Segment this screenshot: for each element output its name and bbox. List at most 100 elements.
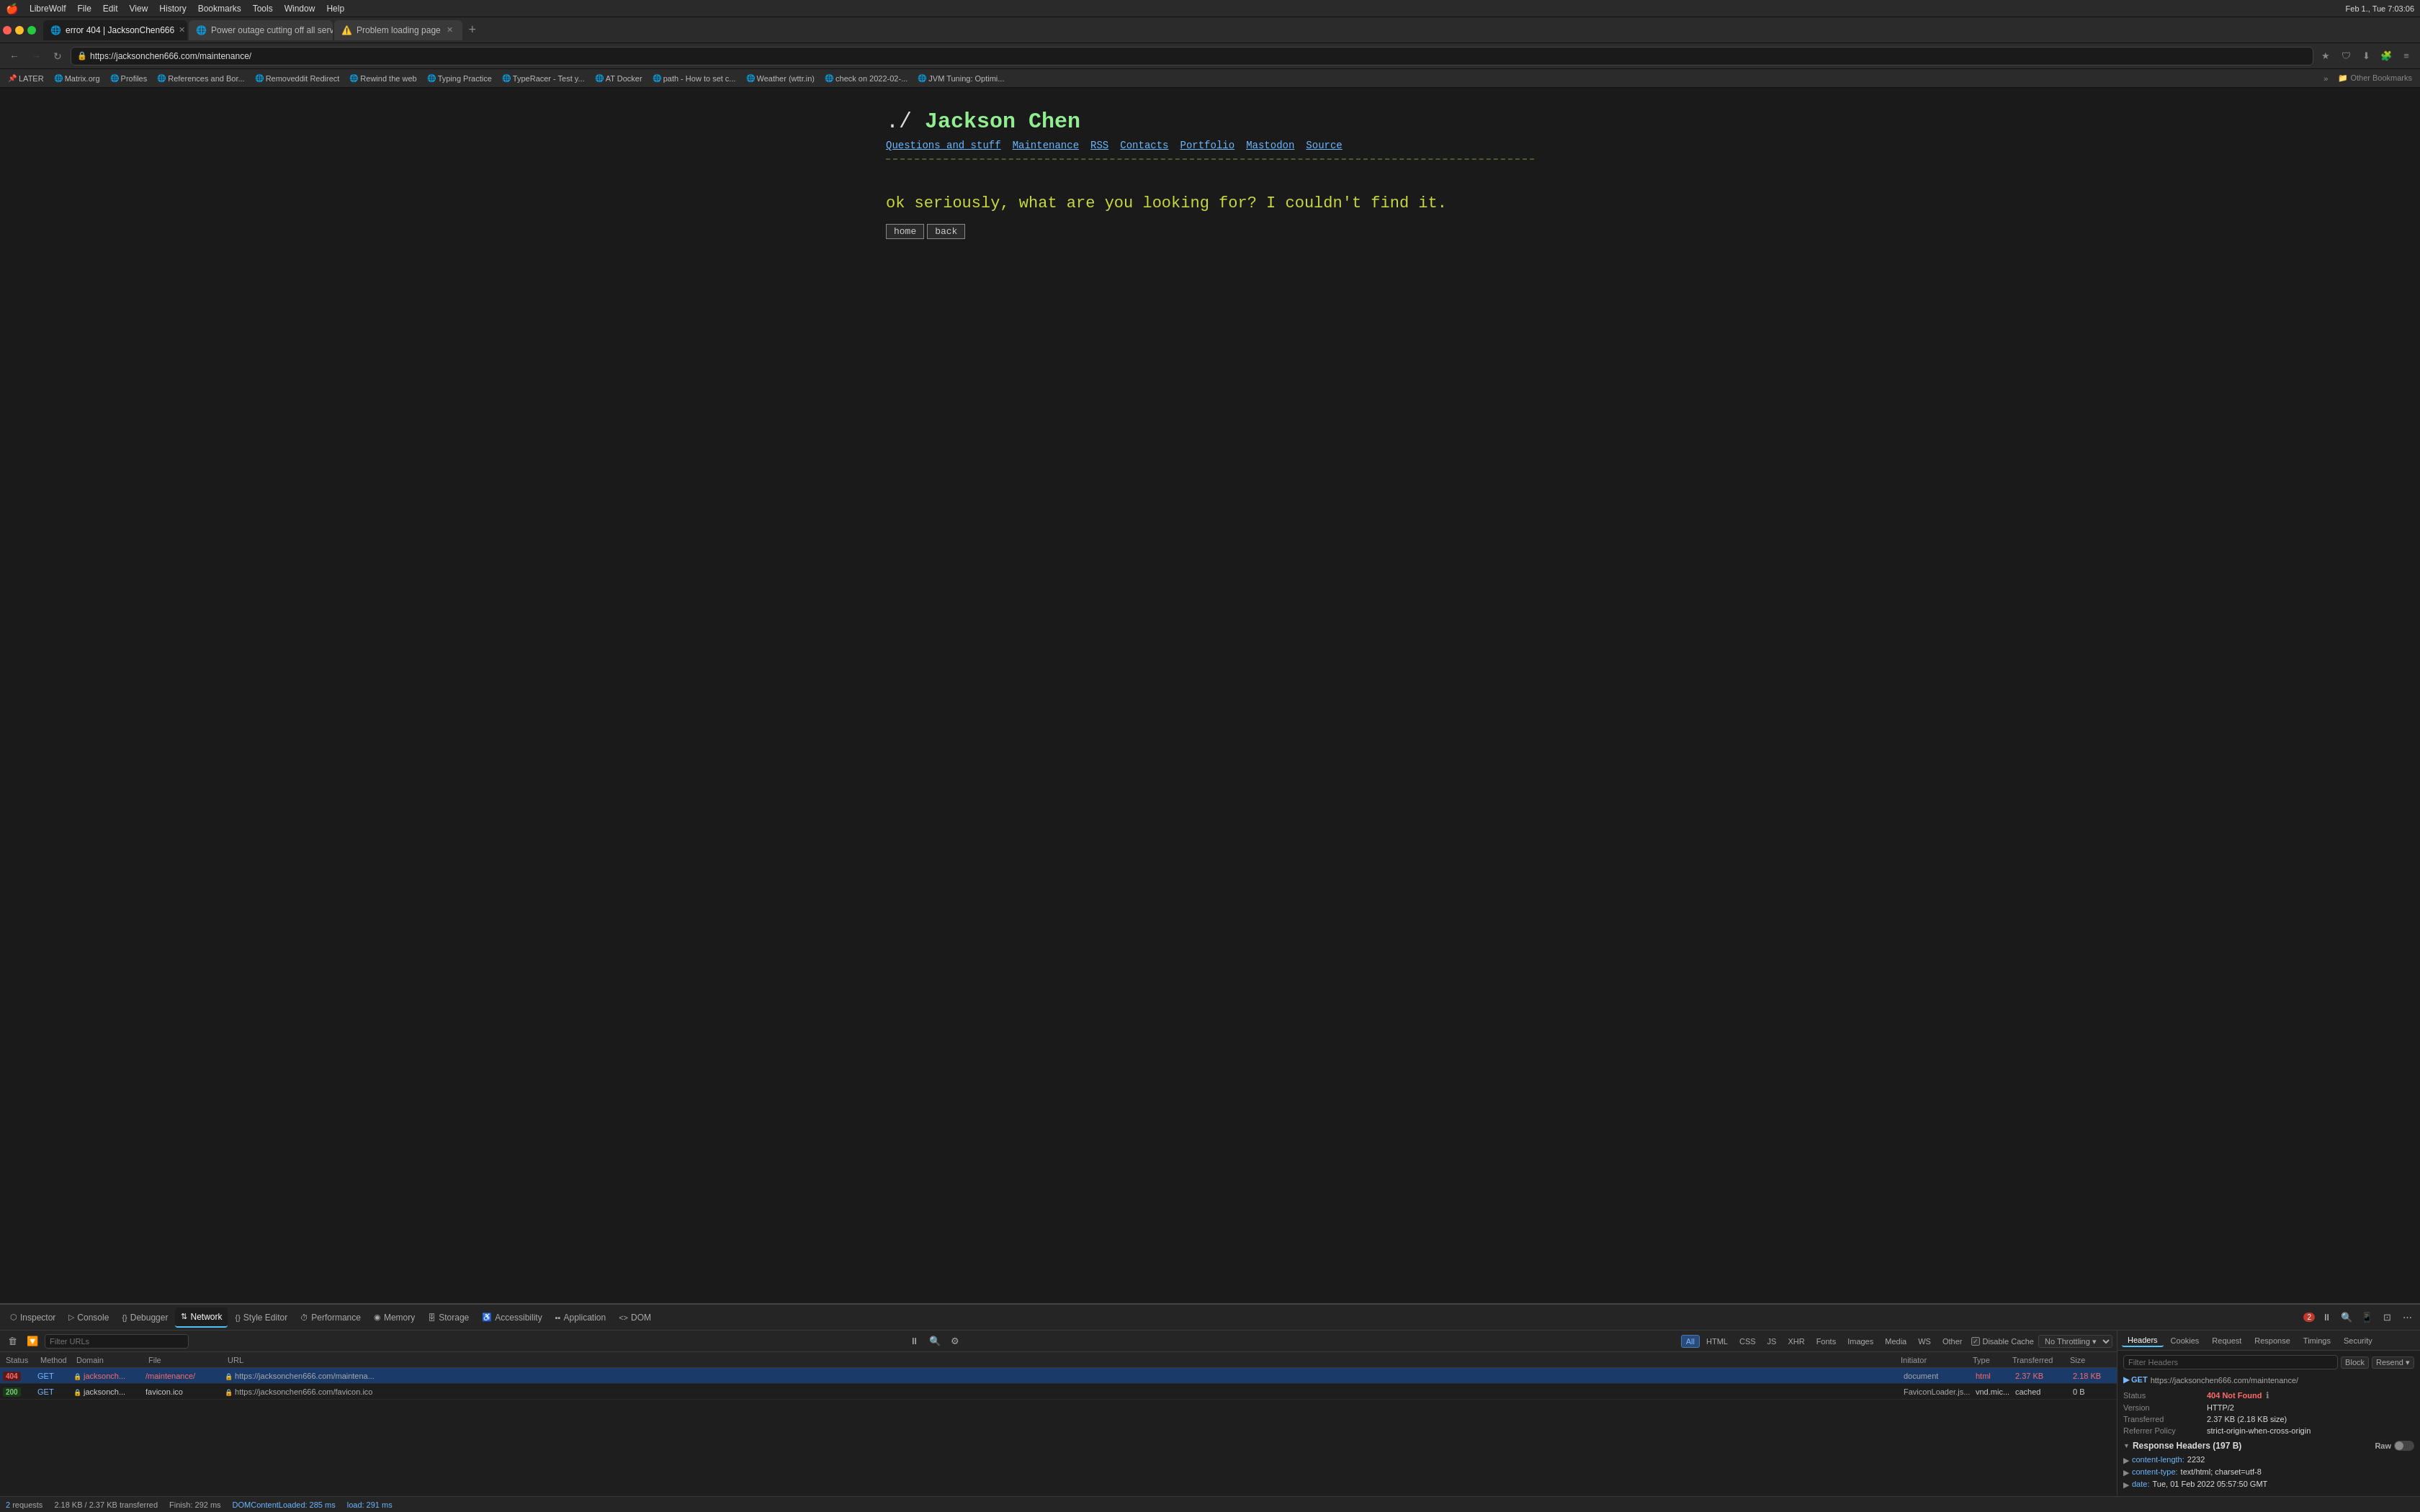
- back-button-page[interactable]: back: [927, 224, 965, 239]
- dt-tab-style-editor[interactable]: {} Style Editor: [229, 1308, 293, 1328]
- filter-images[interactable]: Images: [1842, 1335, 1878, 1348]
- filter-css[interactable]: CSS: [1734, 1335, 1761, 1348]
- bookmark-typing[interactable]: 🌐 Typing Practice: [424, 73, 496, 84]
- dt-tab-accessibility[interactable]: ♿ Accessibility: [476, 1308, 547, 1328]
- bookmark-profiles[interactable]: 🌐 Profiles: [107, 73, 151, 84]
- response-headers-title[interactable]: ▼ Response Headers (197 B) Raw: [2123, 1441, 2414, 1451]
- bookmark-removereddit[interactable]: 🌐 Removeddit Redirect: [251, 73, 344, 84]
- expand-icon-content-length[interactable]: ▶: [2123, 1456, 2129, 1465]
- bookmark-references[interactable]: 🌐 References and Bor...: [153, 73, 248, 84]
- throttle-select[interactable]: No Throttling ▾: [2038, 1335, 2112, 1348]
- menu-file[interactable]: File: [77, 4, 91, 14]
- dt-tab-network[interactable]: ⇅ Network: [175, 1308, 228, 1328]
- dt-search-button[interactable]: 🔍: [2338, 1309, 2355, 1326]
- bookmark-rewind[interactable]: 🌐 Rewind the web: [346, 73, 420, 84]
- bookmark-path[interactable]: 🌐 path - How to set c...: [649, 73, 740, 84]
- menu-help[interactable]: Help: [326, 4, 344, 14]
- menu-edit[interactable]: Edit: [103, 4, 118, 14]
- network-settings-button[interactable]: ⚙: [947, 1333, 963, 1349]
- filter-js[interactable]: JS: [1762, 1335, 1782, 1348]
- filter-xhr[interactable]: XHR: [1783, 1335, 1809, 1348]
- filter-ws[interactable]: WS: [1913, 1335, 1936, 1348]
- status-info-icon[interactable]: ℹ: [2266, 1390, 2269, 1400]
- dt-tab-console[interactable]: ▷ Console: [63, 1308, 115, 1328]
- tab-3[interactable]: ⚠️ Problem loading page ✕: [334, 20, 462, 40]
- dt-more-button[interactable]: ⋯: [2398, 1309, 2416, 1326]
- bookmark-typeracer[interactable]: 🌐 TypeRacer - Test y...: [498, 73, 588, 84]
- dt-pause-button[interactable]: ⏸: [2318, 1309, 2335, 1326]
- filter-other[interactable]: Other: [1937, 1335, 1968, 1348]
- dt-tab-application[interactable]: ▪▪ Application: [550, 1308, 612, 1328]
- tab-request[interactable]: Request: [2206, 1335, 2247, 1346]
- nav-source[interactable]: Source: [1306, 140, 1342, 151]
- menu-librewolf[interactable]: LibreWolf: [30, 4, 66, 14]
- tab-3-close[interactable]: ✕: [445, 25, 455, 35]
- network-row-1[interactable]: 404 GET 🔒 jacksonch... /maintenance/ 🔒 h…: [0, 1368, 2117, 1384]
- more-icon[interactable]: ≡: [2398, 48, 2414, 64]
- dt-responsive-button[interactable]: 📱: [2358, 1309, 2375, 1326]
- filter-all[interactable]: All: [1681, 1335, 1700, 1348]
- forward-button[interactable]: →: [27, 48, 45, 65]
- star-icon[interactable]: ★: [2318, 48, 2334, 64]
- new-tab-button[interactable]: +: [464, 22, 481, 39]
- tab-headers[interactable]: Headers: [2122, 1334, 2164, 1347]
- network-row-2[interactable]: 200 GET 🔒 jacksonch... favicon.ico 🔒 htt…: [0, 1384, 2117, 1400]
- disable-cache-toggle[interactable]: ✓ Disable Cache: [1971, 1337, 2034, 1346]
- resend-button[interactable]: Resend ▾: [2372, 1356, 2414, 1369]
- tab-security[interactable]: Security: [2338, 1335, 2378, 1346]
- bookmark-weather[interactable]: 🌐 Weather (wttr.in): [743, 73, 819, 84]
- tab-timings[interactable]: Timings: [2298, 1335, 2336, 1346]
- nav-maintenance[interactable]: Maintenance: [1013, 140, 1079, 151]
- dt-tab-memory[interactable]: ◉ Memory: [368, 1308, 421, 1328]
- reload-button[interactable]: ↻: [49, 48, 66, 65]
- filter-media[interactable]: Media: [1880, 1335, 1912, 1348]
- traffic-light-minimize[interactable]: [15, 26, 24, 35]
- raw-switch[interactable]: [2394, 1441, 2414, 1451]
- expand-icon-content-type[interactable]: ▶: [2123, 1468, 2129, 1477]
- dt-tab-debugger[interactable]: {} Debugger: [116, 1308, 174, 1328]
- menu-window[interactable]: Window: [284, 4, 315, 14]
- menu-history[interactable]: History: [159, 4, 186, 14]
- filter-headers-input[interactable]: [2123, 1355, 2338, 1369]
- tab-response[interactable]: Response: [2249, 1335, 2296, 1346]
- nav-rss[interactable]: RSS: [1090, 140, 1108, 151]
- tab-2[interactable]: 🌐 Power outage cutting off all service..…: [189, 20, 333, 40]
- bookmark-more[interactable]: »: [2320, 73, 2331, 84]
- network-pause-button[interactable]: ⏸: [907, 1333, 923, 1349]
- dt-dock-button[interactable]: ⊡: [2378, 1309, 2396, 1326]
- dt-tab-storage[interactable]: 🗄 Storage: [422, 1308, 475, 1328]
- menu-tools[interactable]: Tools: [253, 4, 273, 14]
- tab-cookies[interactable]: Cookies: [2165, 1335, 2205, 1346]
- download-icon[interactable]: ⬇: [2358, 48, 2374, 64]
- tab-1[interactable]: 🌐 error 404 | JacksonChen666 ✕: [43, 20, 187, 40]
- network-filter-input[interactable]: [45, 1334, 189, 1349]
- bookmark-docker[interactable]: 🌐 AT Docker: [591, 73, 646, 84]
- traffic-light-fullscreen[interactable]: [27, 26, 36, 35]
- dt-tab-inspector[interactable]: ⬡ Inspector: [4, 1308, 61, 1328]
- nav-contacts[interactable]: Contacts: [1120, 140, 1168, 151]
- home-button[interactable]: home: [886, 224, 924, 239]
- filter-fonts[interactable]: Fonts: [1811, 1335, 1842, 1348]
- traffic-light-close[interactable]: [3, 26, 12, 35]
- dt-tab-dom[interactable]: <> DOM: [613, 1308, 657, 1328]
- bookmark-matrix[interactable]: 🌐 Matrix.org: [50, 73, 104, 84]
- bookmark-jvm[interactable]: 🌐 JVM Tuning: Optimi...: [914, 73, 1008, 84]
- nav-questions[interactable]: Questions and stuff: [886, 140, 1001, 151]
- bookmark-other-folder[interactable]: 📁 Other Bookmarks: [2334, 72, 2416, 84]
- expand-icon-date[interactable]: ▶: [2123, 1480, 2129, 1490]
- nav-mastodon[interactable]: Mastodon: [1246, 140, 1294, 151]
- network-filter-toggle[interactable]: 🔽: [24, 1333, 40, 1349]
- network-clear-button[interactable]: 🗑: [4, 1333, 20, 1349]
- tab-1-close[interactable]: ✕: [179, 25, 185, 35]
- raw-toggle[interactable]: Raw: [2375, 1441, 2414, 1451]
- dt-tab-performance[interactable]: ⏱ Performance: [295, 1308, 367, 1328]
- url-bar[interactable]: 🔒 https://jacksonchen666.com/maintenance…: [71, 47, 2313, 66]
- nav-portfolio[interactable]: Portfolio: [1180, 140, 1235, 151]
- shield-icon[interactable]: 🛡: [2338, 48, 2354, 64]
- apple-menu[interactable]: 🍎: [6, 3, 18, 14]
- bookmark-later[interactable]: 📌 LATER: [4, 73, 48, 84]
- menu-view[interactable]: View: [130, 4, 148, 14]
- filter-html[interactable]: HTML: [1701, 1335, 1733, 1348]
- bookmark-check[interactable]: 🌐 check on 2022-02-...: [821, 73, 911, 84]
- menu-bookmarks[interactable]: Bookmarks: [198, 4, 241, 14]
